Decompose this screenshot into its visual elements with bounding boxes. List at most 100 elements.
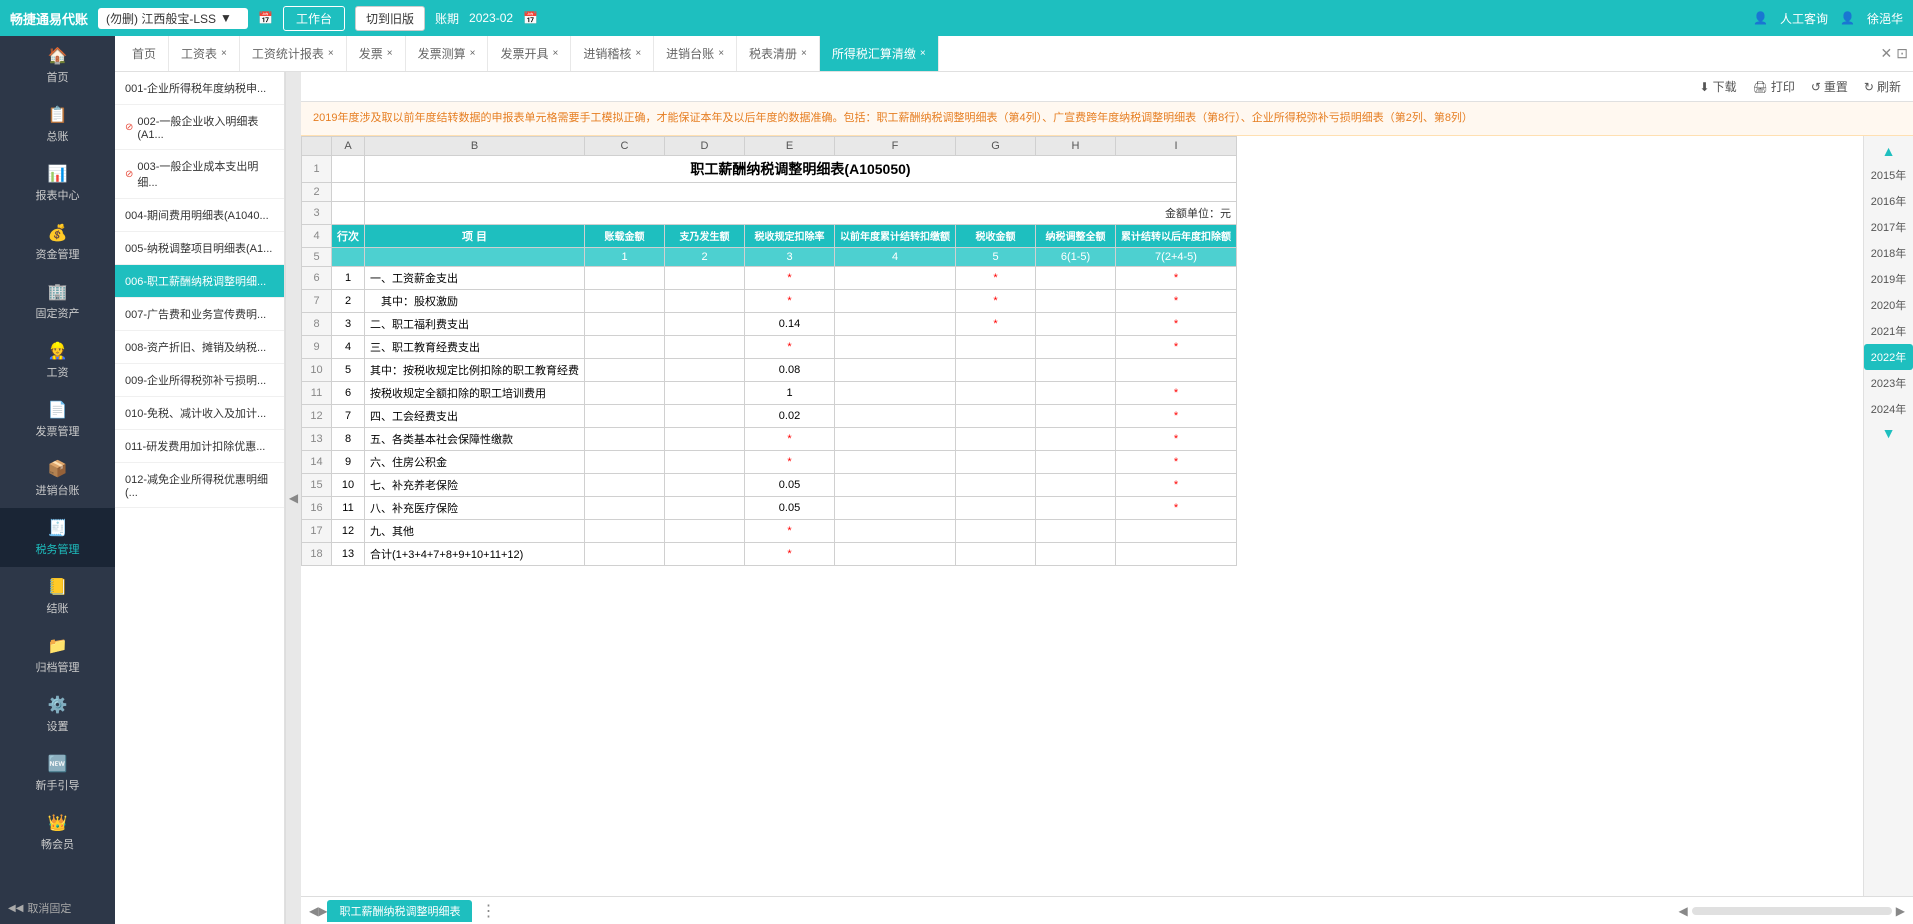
year-2019[interactable]: 2019年 (1864, 266, 1913, 292)
left-item-005[interactable]: 005-纳税调整项目明细表(A1... (115, 232, 284, 265)
close-fapiao-open-tab[interactable]: × (552, 48, 558, 59)
refresh-label: 刷新 (1877, 78, 1901, 95)
user-label[interactable]: 徐浥华 (1867, 10, 1903, 27)
sidebar-item-home[interactable]: 🏠 首页 (0, 36, 115, 95)
sidebar-item-reports[interactable]: 📊 报表中心 (0, 154, 115, 213)
col-b-header: B (365, 136, 585, 155)
tab-tax-book[interactable]: 税表清册× (737, 36, 820, 72)
left-item-004[interactable]: 004-期间费用明细表(A1040... (115, 199, 284, 232)
left-item-011[interactable]: 011-研发费用加计扣除优惠... (115, 430, 284, 463)
sidebar-item-vip[interactable]: 👑 畅会员 (0, 803, 115, 862)
close-fapiao-calc-tab[interactable]: × (470, 48, 476, 59)
workbench-button[interactable]: 工作台 (283, 6, 345, 31)
row-3-num: 3 (302, 201, 332, 224)
guide-icon: 🆕 (48, 754, 68, 774)
horiz-scroll-left[interactable]: ◀ (1679, 904, 1688, 918)
tab-expand[interactable]: ⊡ (1896, 45, 1908, 62)
sheet-tab-label: 职工薪酬纳税调整明细表 (339, 906, 460, 918)
left-item-001[interactable]: 001-企业所得税年度纳税申... (115, 72, 284, 105)
print-button[interactable]: 🖨 打印 (1753, 78, 1795, 95)
support-label[interactable]: 人工客询 (1780, 10, 1828, 27)
left-item-008-label: 008-资产折旧、摊销及纳税... (125, 339, 266, 355)
sidebar-item-ledger[interactable]: 📋 总账 (0, 95, 115, 154)
table-row: 13 8 五、各类基本社会保障性缴款 * * (302, 427, 1237, 450)
left-item-012[interactable]: 012-减免企业所得税优惠明细(... (115, 463, 284, 508)
tab-actions: ✕ ⊡ (1881, 45, 1908, 62)
scroll-right-icon[interactable]: ▶ (318, 904, 327, 918)
year-2015[interactable]: 2015年 (1864, 162, 1913, 188)
sheet-tab-main[interactable]: 职工薪酬纳税调整明细表 (327, 900, 472, 922)
year-down-arrow[interactable]: ▼ (1879, 422, 1899, 444)
tab-jinxiao-verify[interactable]: 进销稽核× (571, 36, 654, 72)
year-up-arrow[interactable]: ▲ (1879, 140, 1899, 162)
year-2023[interactable]: 2023年 (1864, 370, 1913, 396)
cancel-pin-button[interactable]: ◀◀ 取消固定 (0, 892, 115, 924)
close-salary-tab[interactable]: × (221, 48, 227, 59)
sheet-options-icon[interactable]: ⋮ (480, 901, 496, 921)
sidebar-item-invoice[interactable]: 📄 发票管理 (0, 390, 115, 449)
year-2017[interactable]: 2017年 (1864, 214, 1913, 240)
close-jinxiao-verify-tab[interactable]: × (635, 48, 641, 59)
left-item-006[interactable]: 006-职工薪酬纳税调整明细... (115, 265, 284, 298)
tab-home[interactable]: 首页 (120, 36, 169, 72)
tab-salary[interactable]: 工资表× (169, 36, 240, 72)
year-2018[interactable]: 2018年 (1864, 240, 1913, 266)
row-5-num: 5 (302, 247, 332, 266)
sidebar-item-salary[interactable]: 👷 工资 (0, 331, 115, 390)
tab-close-all[interactable]: ✕ (1881, 45, 1893, 62)
sidebar-label-stock: 进销台账 (36, 482, 80, 498)
tab-salary-report[interactable]: 工资统计报表× (240, 36, 347, 72)
year-2020[interactable]: 2020年 (1864, 292, 1913, 318)
left-item-009[interactable]: 009-企业所得税弥补亏损明... (115, 364, 284, 397)
year-2021[interactable]: 2021年 (1864, 318, 1913, 344)
col-c-header: C (585, 136, 665, 155)
download-button[interactable]: ⬇ 下载 (1700, 78, 1737, 95)
sidebar-item-tax[interactable]: 🧾 税务管理 (0, 508, 115, 567)
company-selector[interactable]: (勿删) 江西般宝-LSS ▼ (98, 8, 248, 29)
col-i-header: I (1116, 136, 1237, 155)
left-item-002[interactable]: ⊘ 002-一般企业收入明细表(A1... (115, 105, 284, 150)
tab-income-tax[interactable]: 所得税汇算清缴× (820, 36, 939, 72)
top-bar-right: 👤 人工客询 👤 徐浥华 (1753, 10, 1903, 27)
year-2022[interactable]: 2022年 (1864, 344, 1913, 370)
tab-fapiao-open[interactable]: 发票开具× (488, 36, 571, 72)
tab-jinxiao-ledger[interactable]: 进销台账× (654, 36, 737, 72)
table-container: A B C D E F G H I (301, 136, 1863, 897)
close-income-tax-tab[interactable]: × (920, 48, 926, 59)
close-jinxiao-ledger-tab[interactable]: × (718, 48, 724, 59)
sidebar-item-closing[interactable]: 📒 结账 (0, 567, 115, 626)
tab-fapiao[interactable]: 发票× (347, 36, 406, 72)
row-header-cold: 支乃发生额 (665, 224, 745, 247)
tax-icon: 🧾 (48, 518, 68, 538)
sidebar-label-assets: 固定资产 (36, 305, 80, 321)
horiz-scroll-right[interactable]: ▶ (1896, 904, 1905, 918)
sidebar-item-settings[interactable]: ⚙️ 设置 (0, 685, 115, 744)
toolbar: ⬇ 下载 🖨 打印 ↺ 重置 ↻ 刷新 (301, 72, 1913, 102)
switch-button[interactable]: 切到旧版 (355, 6, 425, 31)
reset-button[interactable]: ↺ 重置 (1811, 78, 1848, 95)
year-2024[interactable]: 2024年 (1864, 396, 1913, 422)
sidebar-item-assets[interactable]: 🏢 固定资产 (0, 272, 115, 331)
close-tax-book-tab[interactable]: × (801, 48, 807, 59)
sidebar-item-archive[interactable]: 📁 归档管理 (0, 626, 115, 685)
sidebar-item-stock[interactable]: 📦 进销台账 (0, 449, 115, 508)
sidebar-item-funds[interactable]: 💰 资金管理 (0, 213, 115, 272)
salary-icon: 👷 (48, 341, 68, 361)
close-salary-report-tab[interactable]: × (328, 48, 334, 59)
horizontal-scrollbar[interactable] (1692, 907, 1892, 915)
left-item-007[interactable]: 007-广告费和业务宣传费明... (115, 298, 284, 331)
left-item-003[interactable]: ⊘ 003-一般企业成本支出明细... (115, 150, 284, 199)
assets-icon: 🏢 (48, 282, 68, 302)
left-item-010[interactable]: 010-免税、减计收入及加计... (115, 397, 284, 430)
warning-bar: 2019年度涉及取以前年度结转数据的申报表单元格需要手工模拟正确，才能保证本年及… (301, 102, 1913, 136)
refresh-button[interactable]: ↻ 刷新 (1864, 78, 1901, 95)
year-2016[interactable]: 2016年 (1864, 188, 1913, 214)
row-1-num: 1 (302, 155, 332, 182)
collapse-button[interactable]: ◀ (285, 72, 301, 924)
print-label: 打印 (1771, 78, 1795, 95)
close-fapiao-tab[interactable]: × (387, 48, 393, 59)
tab-fapiao-calc[interactable]: 发票测算× (406, 36, 489, 72)
left-item-008[interactable]: 008-资产折旧、摊销及纳税... (115, 331, 284, 364)
scroll-left-icon[interactable]: ◀ (309, 904, 318, 918)
sidebar-item-guide[interactable]: 🆕 新手引导 (0, 744, 115, 803)
